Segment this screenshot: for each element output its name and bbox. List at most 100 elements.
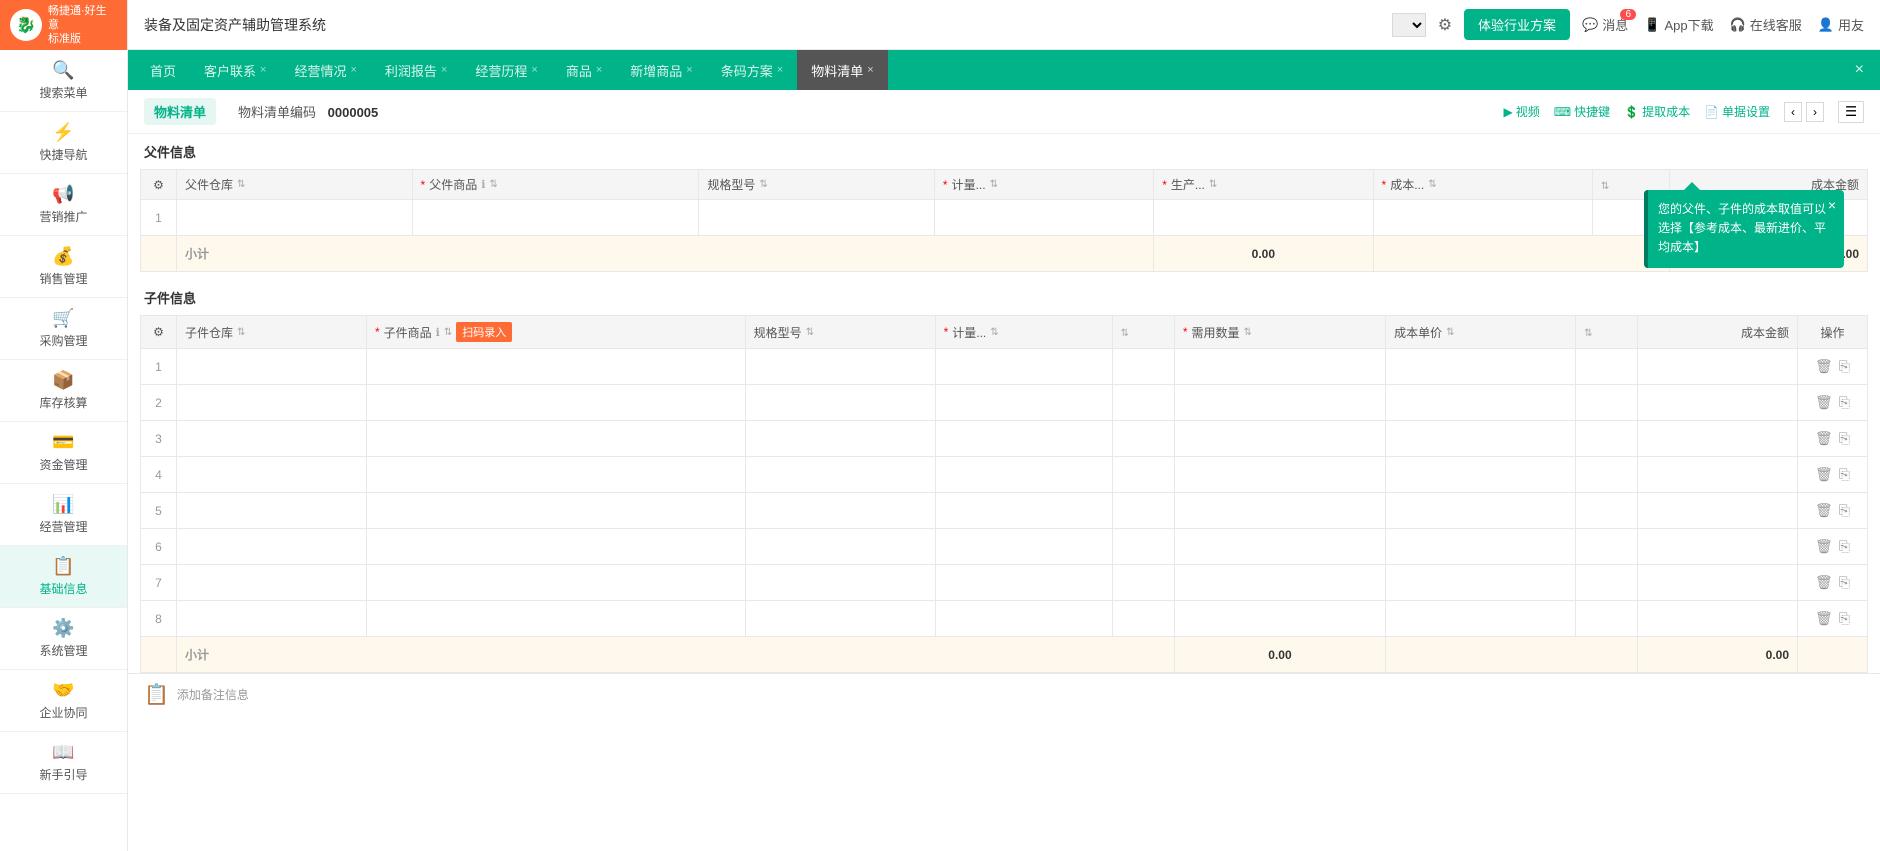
tooltip-close-btn[interactable]: × [1828, 194, 1836, 216]
shortcut-action[interactable]: ⌨ 快捷键 [1554, 103, 1610, 120]
child-row-2-product[interactable] [366, 385, 745, 421]
delete-icon-row-4[interactable]: 🗑 [1815, 466, 1833, 483]
parent-row-1-spec[interactable] [699, 200, 935, 236]
child-row-3-spec[interactable] [745, 421, 935, 457]
sidebar-item-basic-info[interactable]: 📋 基础信息 [0, 546, 127, 608]
child-row-2-warehouse[interactable] [177, 385, 367, 421]
close-all-tabs[interactable]: × [1847, 61, 1872, 79]
copy-icon-row-6[interactable]: ⎘ [1839, 538, 1850, 555]
child-row-3-warehouse[interactable] [177, 421, 367, 457]
sidebar-item-inventory[interactable]: 📦 库存核算 [0, 360, 127, 422]
child-row-3-unit-price[interactable] [1386, 421, 1576, 457]
child-row-8-product[interactable] [366, 601, 745, 637]
tab-goods-close[interactable]: × [596, 64, 602, 76]
copy-icon-row-7[interactable]: ⎘ [1839, 574, 1850, 591]
view-action[interactable]: ▶ 视频 [1504, 103, 1540, 120]
tab-history-close[interactable]: × [531, 64, 537, 76]
child-row-5-warehouse[interactable] [177, 493, 367, 529]
note-icon[interactable]: 📋 [144, 682, 169, 707]
child-row-6-unit[interactable] [935, 529, 1112, 565]
child-row-3-qty[interactable] [1174, 421, 1385, 457]
tab-bom-close[interactable]: × [867, 64, 873, 76]
copy-icon-row-1[interactable]: ⎘ [1839, 358, 1850, 375]
child-row-8-qty[interactable] [1174, 601, 1385, 637]
child-row-6-product[interactable] [366, 529, 745, 565]
sidebar-item-guide[interactable]: 📖 新手引导 [0, 732, 127, 794]
single-settings-action[interactable]: 📄 单据设置 [1704, 103, 1770, 120]
child-row-4-spec[interactable] [745, 457, 935, 493]
user-menu[interactable]: 👤 用友 [1818, 15, 1864, 34]
child-row-1-spec[interactable] [745, 349, 935, 385]
child-row-8-unit-price[interactable] [1386, 601, 1576, 637]
copy-icon-row-3[interactable]: ⎘ [1839, 430, 1850, 447]
child-row-2-qty[interactable] [1174, 385, 1385, 421]
sidebar-item-purchase[interactable]: 🛒 采购管理 [0, 298, 127, 360]
grid-view-btn[interactable]: ☰ [1838, 101, 1864, 123]
parent-row-1-unit[interactable] [934, 200, 1153, 236]
child-row-6-unit-price[interactable] [1386, 529, 1576, 565]
system-dropdown[interactable] [1392, 13, 1426, 37]
tab-barcode-close[interactable]: × [777, 64, 783, 76]
sidebar-item-enterprise[interactable]: 🤝 企业协同 [0, 670, 127, 732]
child-row-1-qty[interactable] [1174, 349, 1385, 385]
child-row-8-unit[interactable] [935, 601, 1112, 637]
settings-icon[interactable]: ⚙ [1438, 15, 1452, 35]
child-row-7-spec[interactable] [745, 565, 935, 601]
child-row-1-unit[interactable] [935, 349, 1112, 385]
tab-barcode[interactable]: 条码方案 × [707, 50, 797, 90]
child-row-4-qty[interactable] [1174, 457, 1385, 493]
sidebar-item-search[interactable]: 🔍 搜索菜单 [0, 50, 127, 112]
tab-profit[interactable]: 利润报告 × [371, 50, 461, 90]
tab-home[interactable]: 首页 [136, 50, 190, 90]
child-row-4-product[interactable] [366, 457, 745, 493]
child-row-7-warehouse[interactable] [177, 565, 367, 601]
parent-row-1-cost[interactable] [1373, 200, 1592, 236]
child-row-4-unit[interactable] [935, 457, 1112, 493]
child-row-6-qty[interactable] [1174, 529, 1385, 565]
child-row-5-product[interactable] [366, 493, 745, 529]
child-row-5-unit[interactable] [935, 493, 1112, 529]
child-row-7-unit[interactable] [935, 565, 1112, 601]
child-row-6-warehouse[interactable] [177, 529, 367, 565]
tab-history[interactable]: 经营历程 × [461, 50, 551, 90]
tab-customer[interactable]: 客户联系 × [190, 50, 280, 90]
delete-icon-row-8[interactable]: 🗑 [1815, 610, 1833, 627]
app-download-btn[interactable]: 📱 App下载 [1644, 15, 1713, 34]
child-row-6-spec[interactable] [745, 529, 935, 565]
parent-row-1-product[interactable] [412, 200, 699, 236]
child-row-1-unit-price[interactable] [1386, 349, 1576, 385]
online-service-btn[interactable]: 🎧 在线客服 [1730, 15, 1802, 34]
page-tab-bom-list[interactable]: 物料清单 [144, 98, 216, 125]
tab-operations[interactable]: 经营情况 × [280, 50, 370, 90]
child-row-2-spec[interactable] [745, 385, 935, 421]
parent-row-1-warehouse[interactable] [177, 200, 413, 236]
parent-col-config[interactable]: ⚙ [141, 170, 177, 200]
copy-icon-row-5[interactable]: ⎘ [1839, 502, 1850, 519]
sidebar-item-quick-nav[interactable]: ⚡ 快捷导航 [0, 112, 127, 174]
delete-icon-row-3[interactable]: 🗑 [1815, 430, 1833, 447]
sidebar-item-marketing[interactable]: 📢 营销推广 [0, 174, 127, 236]
delete-icon-row-2[interactable]: 🗑 [1815, 394, 1833, 411]
tab-add-goods-close[interactable]: × [686, 64, 692, 76]
child-row-3-product[interactable] [366, 421, 745, 457]
tab-customer-close[interactable]: × [260, 64, 266, 76]
sidebar-item-sales[interactable]: 💰 销售管理 [0, 236, 127, 298]
extract-cost-action[interactable]: 💲 提取成本 [1624, 103, 1690, 120]
tab-goods[interactable]: 商品 × [552, 50, 616, 90]
tab-operations-close[interactable]: × [350, 64, 356, 76]
experience-btn[interactable]: 体验行业方案 [1464, 9, 1570, 40]
child-row-2-unit-price[interactable] [1386, 385, 1576, 421]
next-page-btn[interactable]: › [1806, 102, 1824, 122]
message-btn[interactable]: 💬 消息 6 [1582, 15, 1628, 34]
child-row-5-qty[interactable] [1174, 493, 1385, 529]
child-row-5-unit-price[interactable] [1386, 493, 1576, 529]
child-row-1-product[interactable] [366, 349, 745, 385]
child-row-3-unit[interactable] [935, 421, 1112, 457]
child-row-7-qty[interactable] [1174, 565, 1385, 601]
child-row-4-warehouse[interactable] [177, 457, 367, 493]
child-row-8-spec[interactable] [745, 601, 935, 637]
tab-add-goods[interactable]: 新增商品 × [616, 50, 706, 90]
child-col-config[interactable]: ⚙ [141, 316, 177, 349]
sidebar-item-system[interactable]: ⚙️ 系统管理 [0, 608, 127, 670]
child-row-4-unit-price[interactable] [1386, 457, 1576, 493]
